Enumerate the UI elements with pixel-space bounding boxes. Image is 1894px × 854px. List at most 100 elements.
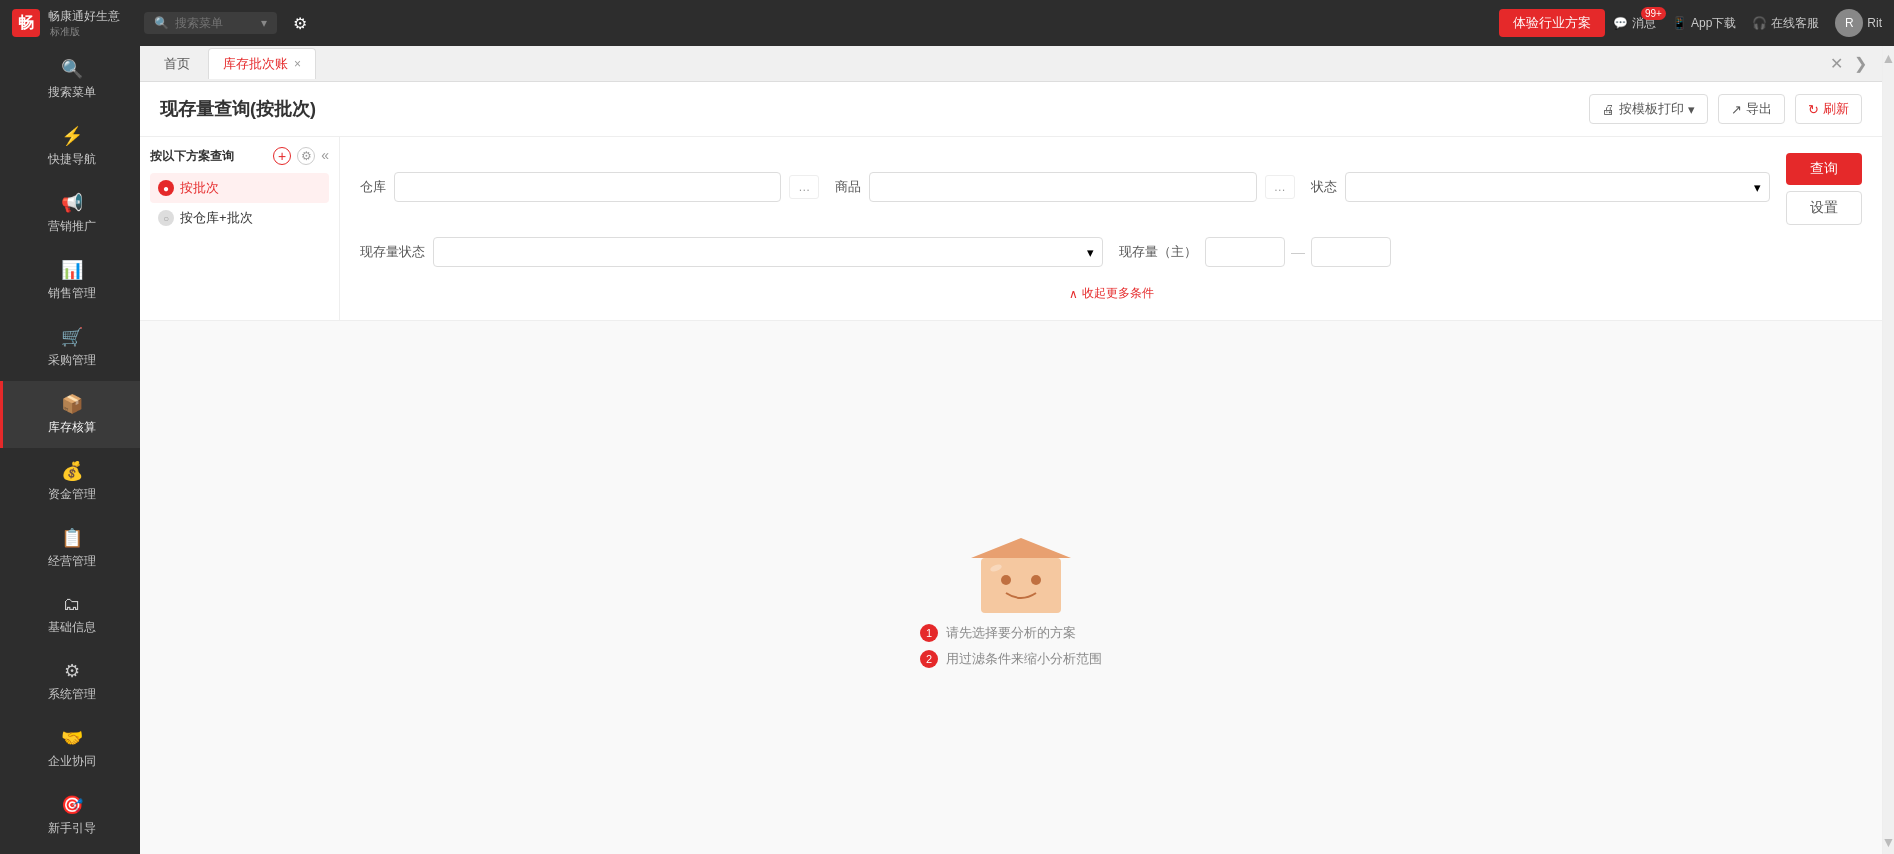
print-label: 按模板打印 [1619,100,1684,118]
warehouse-more-button[interactable]: … [789,175,819,199]
sidebar-item-system[interactable]: ⚙ 系统管理 [0,648,140,715]
gear-icon[interactable]: ⚙ [293,14,307,33]
tab-inventory-batch[interactable]: 库存批次账 × [208,48,316,79]
product-more-button[interactable]: … [1265,175,1295,199]
page-title: 现存量查询(按批次) [160,97,316,121]
headset-icon: 🎧 [1752,16,1767,30]
collapse-label: 收起更多条件 [1082,285,1154,302]
scheme-item-batch[interactable]: ● 按批次 [150,173,329,203]
print-icon: 🖨 [1602,102,1615,117]
app-download-label: App下载 [1691,15,1736,32]
warehouse-input[interactable] [394,172,781,202]
trial-button[interactable]: 体验行业方案 [1499,9,1605,37]
chevron-down-icon: ▾ [1087,245,1094,260]
chevron-down-icon: ▾ [1754,180,1761,195]
refresh-label: 刷新 [1823,100,1849,118]
scheme-collapse-button[interactable]: « [321,147,329,165]
sidebar-item-marketing[interactable]: 📢 营销推广 [0,180,140,247]
sidebar-item-inventory[interactable]: 📦 库存核算 [0,381,140,448]
sales-icon: 📊 [61,259,83,281]
product-label: 商品 [835,178,861,196]
sidebar-item-label: 营销推广 [48,218,96,235]
page-header: 现存量查询(按批次) 🖨 按模板打印 ▾ ↗ 导出 ↻ 刷新 [140,82,1882,137]
operation-icon: 📋 [61,527,83,549]
message-button[interactable]: 💬 消息 99+ [1613,15,1656,32]
sidebar-item-operation[interactable]: 📋 经营管理 [0,515,140,582]
content-area: 首页 库存批次账 × ✕ ❯ 现存量查询(按批次) 🖨 按模板打印 ▾ ↗ 导出 [140,46,1882,854]
print-button[interactable]: 🖨 按模板打印 ▾ [1589,94,1708,124]
online-support-label: 在线客服 [1771,15,1819,32]
purchase-icon: 🛒 [61,326,83,348]
sidebar-item-purchase[interactable]: 🛒 采购管理 [0,314,140,381]
empty-tip-2: 2 用过滤条件来缩小分析范围 [920,650,1102,668]
user-name: Rit [1867,16,1882,30]
scheme-item-warehouse-batch[interactable]: ○ 按仓库+批次 [150,203,329,233]
topbar-search-area[interactable]: 🔍 ▾ [144,12,277,34]
scheme-actions: + ⚙ « [273,147,329,165]
sidebar-item-label: 新手引导 [48,820,96,837]
export-button[interactable]: ↗ 导出 [1718,94,1785,124]
status-select[interactable]: ▾ [1345,172,1770,202]
setting-button[interactable]: 设置 [1786,191,1862,225]
product-input[interactable] [869,172,1256,202]
scheme-add-button[interactable]: + [273,147,291,165]
scrollbar-down-button[interactable]: ▼ [1878,830,1894,854]
sidebar-item-enterprise[interactable]: 🤝 企业协同 [0,715,140,782]
sidebar-item-label: 库存核算 [48,419,96,436]
filter-panel: 按以下方案查询 + ⚙ « ● 按批次 ○ 按仓库+批次 [140,137,1882,321]
online-support-button[interactable]: 🎧 在线客服 [1752,15,1819,32]
filter-group-status: 状态 ▾ [1311,172,1770,202]
user-menu[interactable]: R Rit [1835,9,1882,37]
search-input[interactable] [175,16,255,30]
sidebar-item-label: 经营管理 [48,553,96,570]
scheme-item-label: 按仓库+批次 [180,209,253,227]
tab-label: 库存批次账 [223,55,288,73]
refresh-button[interactable]: ↻ 刷新 [1795,94,1862,124]
range-from-input[interactable] [1205,237,1285,267]
marketing-icon: 📢 [61,192,83,214]
inventory-icon: 📦 [61,393,83,415]
sidebar-item-label: 系统管理 [48,686,96,703]
svg-marker-1 [971,538,1071,558]
tab-close-icon[interactable]: × [294,57,301,71]
sidebar-item-search[interactable]: 🔍 搜索菜单 [0,46,140,113]
message-icon: 💬 [1613,16,1628,30]
range-to-input[interactable] [1311,237,1391,267]
scheme-setting-button[interactable]: ⚙ [297,147,315,165]
topbar-right: 💬 消息 99+ 📱 App下载 🎧 在线客服 R Rit [1613,9,1882,37]
sidebar-item-basic[interactable]: 🗂 基础信息 [0,582,140,648]
tip-number-1: 1 [920,624,938,642]
filter-group-product: 商品 … [835,172,1294,202]
sidebar-item-apps[interactable]: 📱 应用中心 [0,849,140,854]
scheme-title: 按以下方案查询 [150,148,234,165]
export-icon: ↗ [1731,102,1742,117]
query-button[interactable]: 查询 [1786,153,1862,185]
basic-icon: 🗂 [63,594,81,615]
sidebar-item-label: 资金管理 [48,486,96,503]
message-badge: 99+ [1641,7,1666,20]
search-icon: 🔍 [154,16,169,30]
sidebar-item-label: 销售管理 [48,285,96,302]
search-icon: 🔍 [61,58,83,80]
empty-state: 1 请先选择要分析的方案 2 用过滤条件来缩小分析范围 [140,321,1882,854]
filter-row-1: 仓库 … 商品 … 状态 ▾ [360,149,1862,225]
sidebar-item-label: 搜索菜单 [48,84,96,101]
sidebar-item-shortcuts[interactable]: ⚡ 快捷导航 [0,113,140,180]
refresh-icon: ↻ [1808,102,1819,117]
query-buttons: 查询 设置 [1786,149,1862,225]
collapse-more-button[interactable]: ∧ 收起更多条件 [360,279,1862,308]
sidebar-item-finance[interactable]: 💰 资金管理 [0,448,140,515]
tab-home[interactable]: 首页 [150,49,204,79]
tab-bar-close-button[interactable]: ✕ [1824,52,1848,76]
sidebar-item-sales[interactable]: 📊 销售管理 [0,247,140,314]
app-version: 标准版 [50,25,120,39]
scrollbar-up-button[interactable]: ▲ [1878,46,1894,70]
inventory-status-select[interactable]: ▾ [433,237,1103,267]
sidebar-item-label: 快捷导航 [48,151,96,168]
tab-bar-more-icon[interactable]: ❯ [1848,52,1872,76]
tip-text-2: 用过滤条件来缩小分析范围 [946,650,1102,668]
app-download-button[interactable]: 📱 App下载 [1672,15,1736,32]
enterprise-icon: 🤝 [61,727,83,749]
right-scrollbar: ▲ ▼ [1882,46,1894,854]
sidebar-item-newbie[interactable]: 🎯 新手引导 [0,782,140,849]
